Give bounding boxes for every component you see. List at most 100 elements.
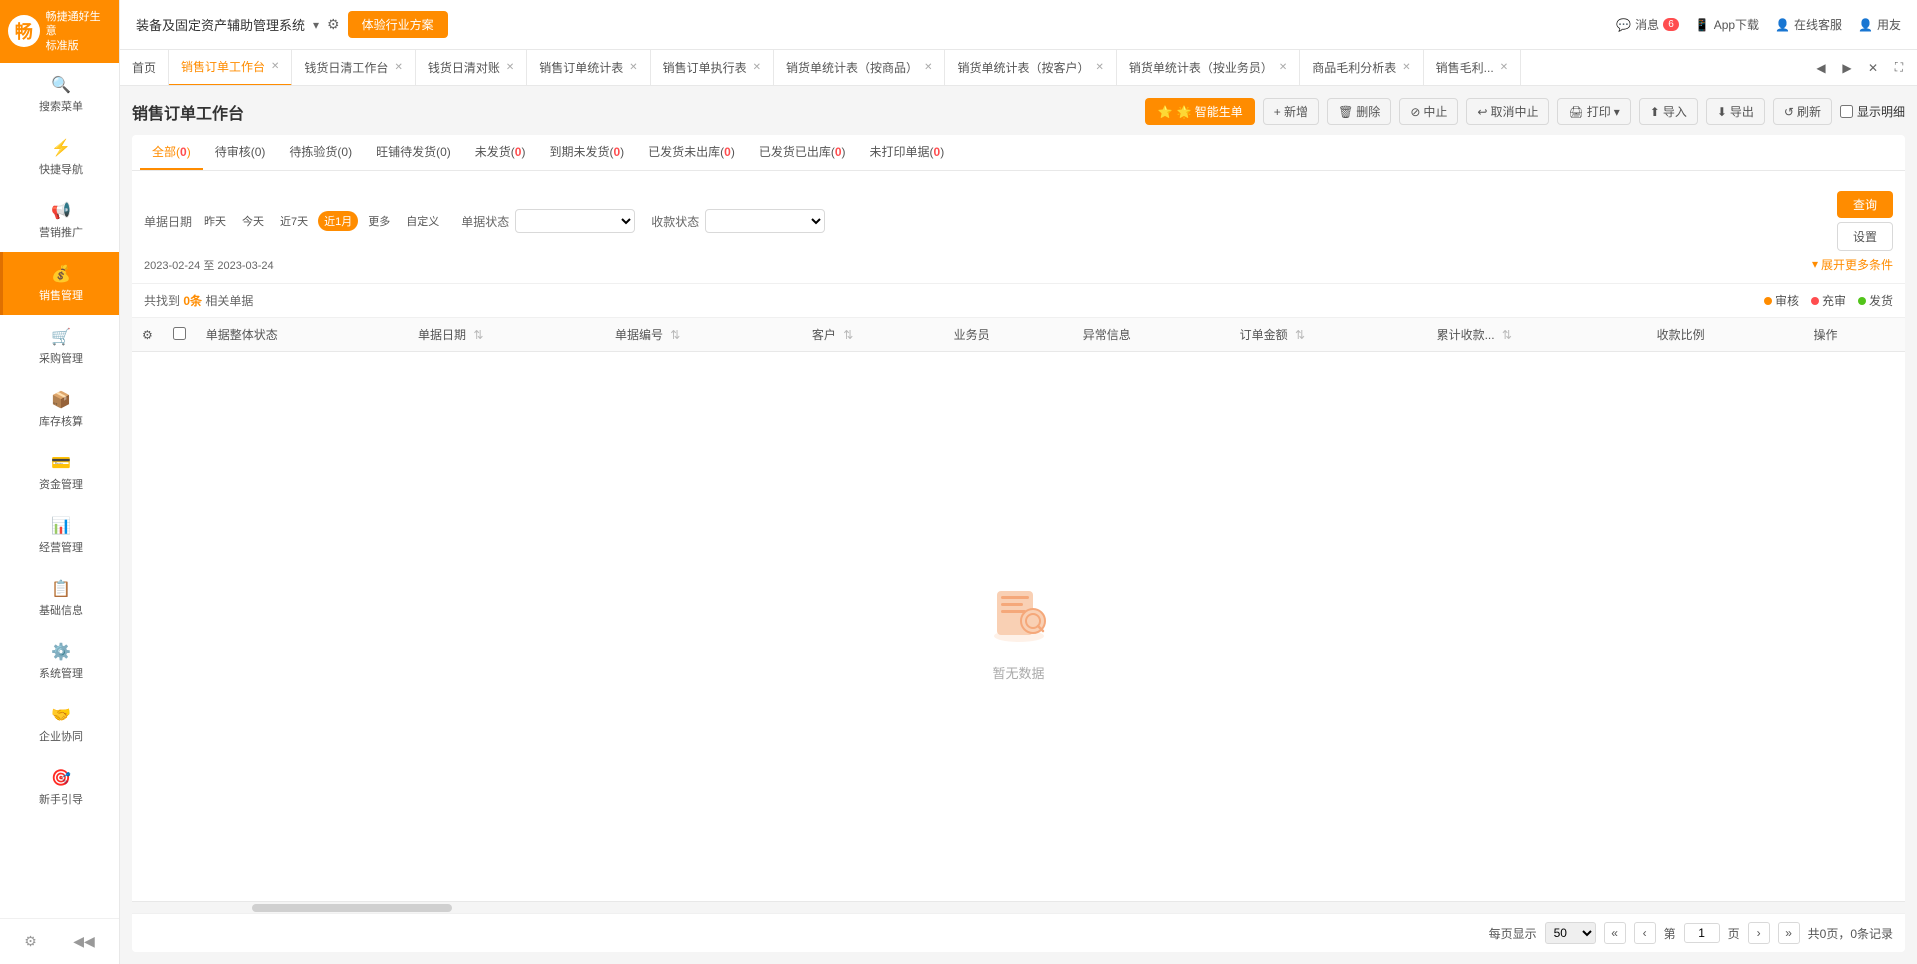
th-customer[interactable]: 客户 ⇅ (802, 318, 944, 352)
tab-cash-clear[interactable]: 钱货日清工作台 ✕ (292, 50, 415, 86)
tab-customer-stats[interactable]: 销货单统计表（按客户） ✕ (945, 50, 1116, 86)
sidebar-item-operations[interactable]: 📊 经营管理 (0, 504, 119, 567)
delete-button[interactable]: 🗑 删除 (1327, 98, 1391, 125)
tab-close-icon[interactable]: ✕ (1500, 62, 1508, 73)
settings-bottom-btn[interactable]: ⚙ (20, 929, 41, 954)
ship-btn[interactable]: 发货 (1858, 292, 1893, 309)
tab-margin-analysis[interactable]: 商品毛利分析表 ✕ (1300, 50, 1423, 86)
page-first-btn[interactable]: « (1604, 922, 1626, 944)
undo-audit-btn[interactable]: 充审 (1811, 292, 1846, 309)
sub-tab-shipped-not-warehoused[interactable]: 已发货未出库(0) (636, 135, 747, 170)
tab-sales-stats[interactable]: 销售订单统计表 ✕ (527, 50, 650, 86)
query-button[interactable]: 查询 (1837, 191, 1893, 218)
sidebar-item-finance[interactable]: 💳 资金管理 (0, 441, 119, 504)
tab-staff-stats[interactable]: 销货单统计表（按业务员） ✕ (1117, 50, 1300, 86)
tab-close-icon[interactable]: ✕ (506, 62, 514, 73)
app-download-action[interactable]: 📱 App下载 (1695, 16, 1759, 33)
status-select[interactable] (515, 209, 635, 233)
expand-filter-button[interactable]: ▾ 展开更多条件 (1812, 256, 1893, 273)
date-btn-more[interactable]: 更多 (362, 211, 396, 231)
print-button[interactable]: 🖨 打印 ▾ (1557, 98, 1630, 125)
message-action[interactable]: 💬 消息 6 (1616, 16, 1679, 33)
import-button[interactable]: ⬆ 导入 (1639, 98, 1698, 125)
sub-tab-all[interactable]: 全部(0) (140, 135, 203, 170)
sidebar-item-system[interactable]: ⚙️ 系统管理 (0, 630, 119, 693)
table-toolbar: 共找到 0条 相关单据 审核 充审 发货 (132, 284, 1905, 318)
sidebar-item-search[interactable]: 🔍 搜索菜单 (0, 63, 119, 126)
tab-close-icon[interactable]: ✕ (924, 62, 932, 73)
tab-close-icon[interactable]: ✕ (629, 62, 637, 73)
stop-button[interactable]: ⊘ 中止 (1399, 98, 1458, 125)
th-order-amount[interactable]: 订单金额 ⇅ (1230, 318, 1427, 352)
tab-scroll-right-btn[interactable]: ▶ (1837, 58, 1857, 78)
tab-close-icon[interactable]: ✕ (1402, 62, 1410, 73)
select-all-checkbox[interactable] (173, 327, 186, 340)
cancel-stop-button[interactable]: ↩ 取消中止 (1466, 98, 1549, 125)
date-range-display: 2023-02-24 至 2023-03-24 (144, 257, 274, 273)
export-button[interactable]: ⬇ 导出 (1706, 98, 1765, 125)
sidebar-item-inventory[interactable]: 📦 库存核算 (0, 378, 119, 441)
sidebar-item-purchase[interactable]: 🛒 采购管理 (0, 315, 119, 378)
collapse-btn[interactable]: ◀◀ (69, 929, 99, 954)
tab-sales-margin[interactable]: 销售毛利... ✕ (1424, 50, 1521, 86)
sidebar-item-nav[interactable]: ⚡ 快捷导航 (0, 126, 119, 189)
th-doc-date[interactable]: 单据日期 ⇅ (408, 318, 605, 352)
tab-close-all-btn[interactable]: ✕ (1863, 58, 1883, 78)
date-btn-1month[interactable]: 近1月 (318, 211, 358, 231)
page-prev-btn[interactable]: ‹ (1634, 922, 1656, 944)
sub-tab-wangpu[interactable]: 旺铺待发货(0) (364, 135, 463, 170)
tab-scroll-left-btn[interactable]: ◀ (1811, 58, 1831, 78)
sidebar-item-sales[interactable]: 💰 销售管理 (0, 252, 119, 315)
tab-close-icon[interactable]: ✕ (753, 62, 761, 73)
sub-tab-not-shipped[interactable]: 未发货(0) (463, 135, 538, 170)
gear-button[interactable]: ⚙ (327, 16, 340, 33)
detail-checkbox-input[interactable] (1840, 105, 1853, 118)
sub-tab-pending-check[interactable]: 待拣验货(0) (277, 135, 364, 170)
date-btn-custom[interactable]: 自定义 (400, 211, 445, 231)
tab-sales-order[interactable]: 销售订单工作台 ✕ (169, 50, 292, 86)
sub-tab-not-printed[interactable]: 未打印单据(0) (858, 135, 957, 170)
payment-select[interactable] (705, 209, 825, 233)
audit-btn[interactable]: 审核 (1764, 292, 1799, 309)
sub-tab-pending-review[interactable]: 待审核(0) (203, 135, 278, 170)
add-button[interactable]: + 新增 (1263, 98, 1319, 125)
tab-close-icon[interactable]: ✕ (394, 62, 402, 73)
tab-close-icon[interactable]: ✕ (271, 61, 279, 72)
table-scroll-area[interactable]: ⚙ 单据整体状态 单据日期 ⇅ 单据编号 (132, 318, 1905, 901)
tab-home[interactable]: 首页 (120, 50, 169, 86)
sidebar-item-basic-info[interactable]: 📋 基础信息 (0, 567, 119, 630)
page-size-select[interactable]: 50 100 200 (1545, 922, 1596, 944)
tab-goods-stats[interactable]: 销货单统计表（按商品） ✕ (774, 50, 945, 86)
smart-create-button[interactable]: ⭐ 🌟 智能生单 (1145, 98, 1254, 125)
user-action[interactable]: 👤 用友 (1858, 16, 1901, 33)
tab-expand-btn[interactable]: ⛶ (1889, 58, 1909, 78)
date-btn-yesterday[interactable]: 昨天 (198, 211, 232, 231)
tab-close-icon[interactable]: ✕ (1279, 62, 1287, 73)
show-detail-checkbox[interactable]: 显示明细 (1840, 103, 1905, 120)
th-doc-number[interactable]: 单据编号 ⇅ (605, 318, 802, 352)
tab-close-icon[interactable]: ✕ (1095, 62, 1103, 73)
online-service-action[interactable]: 👤 在线客服 (1775, 16, 1842, 33)
sub-tab-shipped-warehoused[interactable]: 已发货已出库(0) (747, 135, 858, 170)
print-arrow-icon: ▾ (1614, 105, 1620, 119)
tab-cash-reconcile[interactable]: 钱货日清对账 ✕ (416, 50, 527, 86)
sidebar-item-guide[interactable]: 🎯 新手引导 (0, 756, 119, 819)
sidebar-item-marketing[interactable]: 📢 营销推广 (0, 189, 119, 252)
page-next-btn[interactable]: › (1748, 922, 1770, 944)
page-last-btn[interactable]: » (1778, 922, 1800, 944)
scrollbar-thumb[interactable] (252, 904, 452, 912)
th-accumulated-payment[interactable]: 累计收款... ⇅ (1427, 318, 1647, 352)
set-button[interactable]: 设置 (1837, 222, 1893, 251)
tab-sales-exec[interactable]: 销售订单执行表 ✕ (651, 50, 774, 86)
th-checkbox[interactable] (163, 318, 196, 352)
th-settings[interactable]: ⚙ (132, 318, 163, 352)
date-btn-today[interactable]: 今天 (236, 211, 270, 231)
page-number-input[interactable] (1684, 923, 1720, 943)
industry-button[interactable]: 体验行业方案 (348, 11, 448, 38)
sub-tab-expired-not-shipped[interactable]: 到期未发货(0) (537, 135, 636, 170)
app-dropdown[interactable]: ▾ (313, 18, 319, 32)
date-btn-7days[interactable]: 近7天 (274, 211, 314, 231)
sidebar-item-collab[interactable]: 🤝 企业协同 (0, 693, 119, 756)
refresh-button[interactable]: ↺ 刷新 (1773, 98, 1832, 125)
horizontal-scrollbar[interactable] (132, 901, 1905, 913)
